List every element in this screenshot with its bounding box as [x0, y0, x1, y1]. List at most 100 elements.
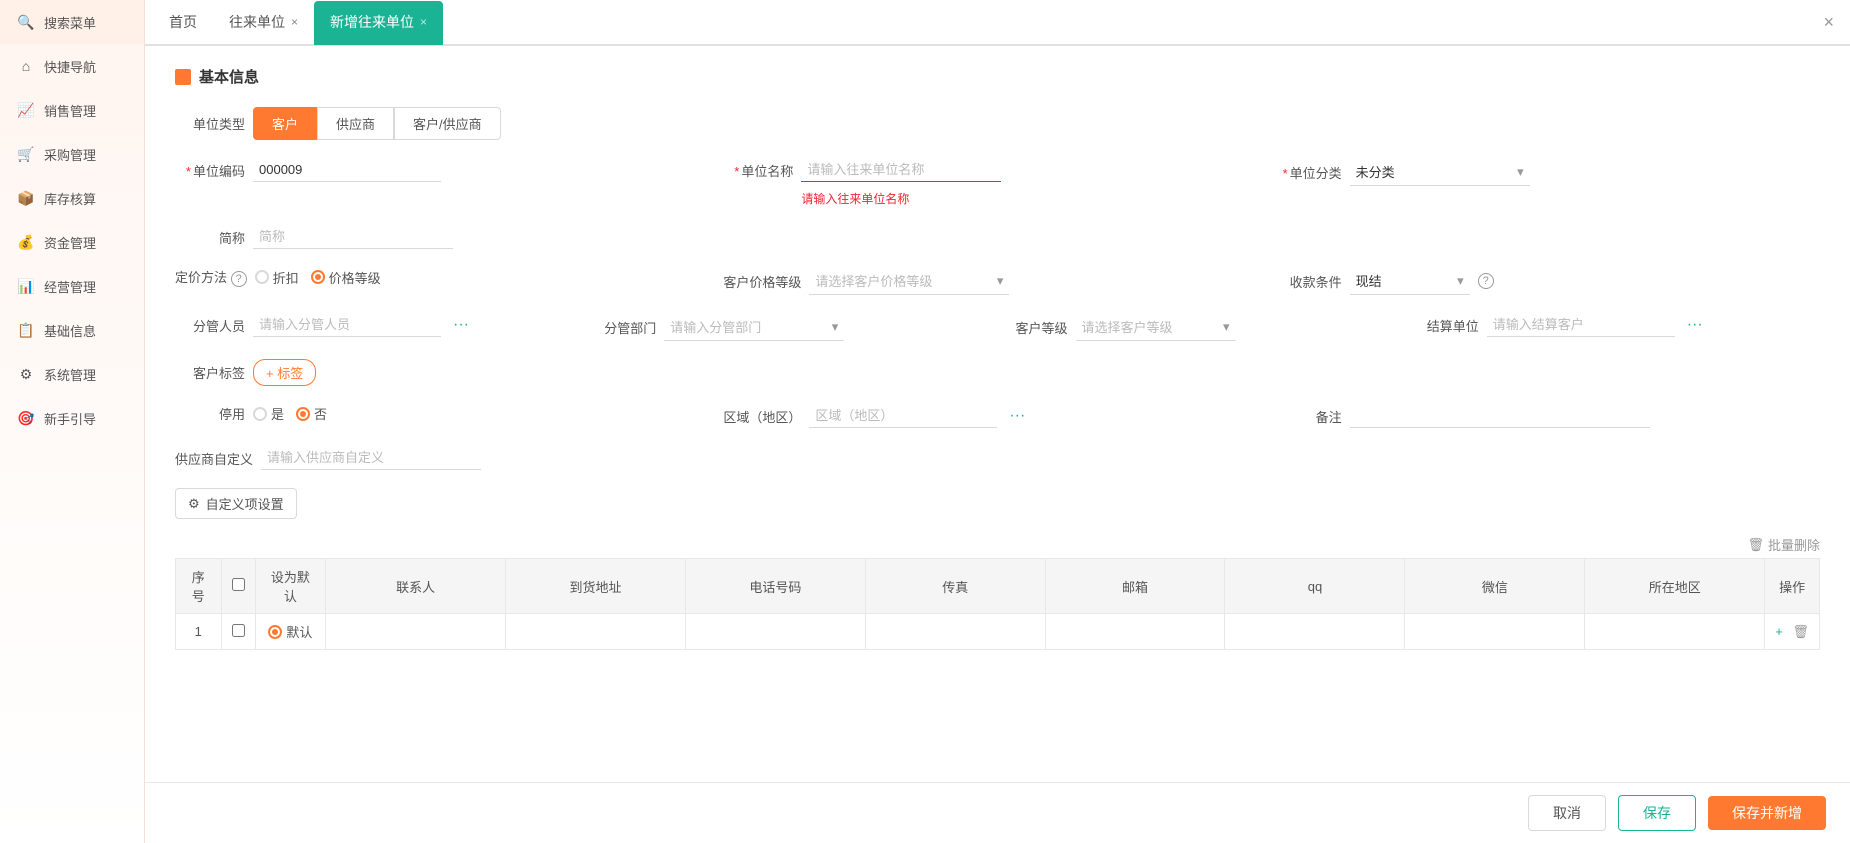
customer-price-level-chevron: ▾	[997, 273, 1004, 289]
row-wechat-input[interactable]	[1415, 624, 1574, 639]
row-address-input[interactable]	[516, 624, 675, 639]
customer-level-select[interactable]: 请选择客户等级 ▾	[1076, 313, 1236, 341]
tab-new-trade-unit-close[interactable]: ×	[420, 15, 427, 29]
row-fax-input[interactable]	[876, 624, 1035, 639]
pricing-level[interactable]: 价格等级	[311, 268, 381, 287]
row-delete-btn[interactable]: 🗑	[1792, 624, 1809, 639]
section-title: 基本信息	[175, 66, 1820, 87]
sidebar-item-purchase[interactable]: 🛒 采购管理	[0, 132, 144, 176]
row-default-radio[interactable]: 默认	[266, 622, 316, 641]
sidebar-item-search[interactable]: 🔍 搜索菜单	[0, 0, 144, 44]
row-region-input[interactable]	[1595, 624, 1754, 639]
supplier-custom-input[interactable]	[261, 446, 481, 470]
unit-type-both[interactable]: 客户/供应商	[394, 107, 501, 140]
payment-terms-chevron: ▾	[1457, 273, 1464, 289]
unit-type-row: 单位类型 客户 供应商 客户/供应商	[175, 107, 1820, 140]
row-seq: 1	[176, 614, 222, 650]
tab-new-trade-unit[interactable]: 新增往来单位 ×	[314, 1, 443, 45]
row-fax	[865, 614, 1045, 650]
sidebar-item-quick-nav[interactable]: ⌂ 快捷导航	[0, 44, 144, 88]
pricing-method-label: 定价方法 ?	[175, 267, 247, 287]
disabled-region-row: 停用 是 否 区域（地区） ···	[175, 404, 1820, 428]
disabled-yes[interactable]: 是	[253, 404, 284, 423]
settlement-unit-input[interactable]	[1487, 313, 1675, 337]
customer-price-level-select[interactable]: 请选择客户价格等级 ▾	[809, 267, 1009, 295]
customer-price-level-group: 客户价格等级 请选择客户价格等级 ▾	[723, 267, 1271, 295]
region-more-btn[interactable]: ···	[1005, 407, 1029, 425]
row-add-btn[interactable]: +	[1775, 624, 1783, 639]
operations-icon: 📊	[16, 276, 36, 296]
unit-name-input[interactable]	[801, 158, 1001, 182]
custom-settings-label: 自定义项设置	[206, 494, 284, 513]
sidebar-item-sys-mgmt[interactable]: ⚙ 系统管理	[0, 352, 144, 396]
department-label: 分管部门	[586, 318, 656, 337]
select-all-checkbox[interactable]	[232, 578, 245, 591]
tab-home-label: 首页	[169, 12, 197, 32]
customer-level-chevron: ▾	[1223, 319, 1230, 335]
sidebar-label-inventory: 库存核算	[44, 189, 96, 208]
disabled-radio-group: 是 否	[253, 404, 327, 423]
sidebar-item-base-info[interactable]: 📋 基础信息	[0, 308, 144, 352]
pricing-row: 定价方法 ? 折扣 价格等级 客户价格等级	[175, 267, 1820, 295]
manager-more-btn[interactable]: ···	[449, 316, 473, 334]
disabled-no[interactable]: 否	[296, 404, 327, 423]
search-icon: 🔍	[16, 12, 36, 32]
unit-category-group: *单位分类 未分类 ▾	[1272, 158, 1820, 186]
section-title-text: 基本信息	[199, 66, 259, 87]
footer: 取消 保存 保存并新增	[145, 782, 1850, 843]
row-email	[1045, 614, 1225, 650]
sidebar-item-sales[interactable]: 📈 销售管理	[0, 88, 144, 132]
unit-type-customer[interactable]: 客户	[253, 107, 317, 140]
sidebar-item-operations[interactable]: 📊 经营管理	[0, 264, 144, 308]
payment-terms-group: 收款条件 现结 ▾ ?	[1272, 267, 1820, 295]
tab-new-trade-unit-label: 新增往来单位	[330, 12, 414, 32]
row-default: 默认	[255, 614, 326, 650]
window-close-icon[interactable]: ×	[1815, 12, 1842, 33]
sidebar-item-finance[interactable]: 💰 资金管理	[0, 220, 144, 264]
save-button[interactable]: 保存	[1618, 795, 1696, 831]
settlement-unit-more-btn[interactable]: ···	[1683, 316, 1707, 334]
tab-home[interactable]: 首页	[153, 1, 213, 45]
region-input[interactable]	[809, 404, 997, 428]
sidebar-label-sys-mgmt: 系统管理	[44, 365, 96, 384]
tab-trade-unit-label: 往来单位	[229, 12, 285, 32]
remark-input[interactable]	[1350, 404, 1650, 428]
sidebar-item-guide[interactable]: 🎯 新手引导	[0, 396, 144, 440]
tab-trade-unit-close[interactable]: ×	[291, 15, 298, 29]
pricing-discount[interactable]: 折扣	[255, 268, 299, 287]
row-checkbox	[221, 614, 255, 650]
pricing-method-group: 定价方法 ? 折扣 价格等级	[175, 267, 723, 287]
short-name-input[interactable]	[253, 225, 453, 249]
customer-price-level-label: 客户价格等级	[723, 272, 801, 291]
row-qq-input[interactable]	[1235, 624, 1394, 639]
save-and-new-button[interactable]: 保存并新增	[1708, 796, 1826, 830]
row-contact-input[interactable]	[336, 624, 495, 639]
payment-terms-select[interactable]: 现结 ▾	[1350, 267, 1470, 295]
region-group: 区域（地区） ···	[723, 404, 1271, 428]
col-seq: 序号	[176, 559, 222, 614]
customer-tag-row: 客户标签 + 标签	[175, 359, 1820, 386]
unit-category-select[interactable]: 未分类 ▾	[1350, 158, 1530, 186]
row-select-checkbox[interactable]	[232, 624, 245, 637]
department-select[interactable]: 请输入分管部门 ▾	[664, 313, 844, 341]
pricing-help-icon[interactable]: ?	[231, 271, 247, 287]
sidebar-label-base-info: 基础信息	[44, 321, 96, 340]
tab-trade-unit[interactable]: 往来单位 ×	[213, 1, 314, 45]
sidebar-item-inventory[interactable]: 📦 库存核算	[0, 176, 144, 220]
col-action: 操作	[1765, 559, 1820, 614]
unit-type-supplier[interactable]: 供应商	[317, 107, 394, 140]
col-region: 所在地区	[1585, 559, 1765, 614]
manager-group: 分管人员 ···	[175, 313, 586, 337]
custom-settings-button[interactable]: ⚙ 自定义项设置	[175, 488, 297, 519]
row-phone-input[interactable]	[696, 624, 855, 639]
row-email-input[interactable]	[1056, 624, 1215, 639]
sidebar-label-search: 搜索菜单	[44, 13, 96, 32]
add-tag-button[interactable]: + 标签	[253, 359, 316, 386]
cancel-button[interactable]: 取消	[1528, 795, 1606, 831]
batch-delete-label[interactable]: 批量删除	[1768, 535, 1820, 554]
unit-code-input[interactable]	[253, 158, 441, 182]
row-address	[506, 614, 686, 650]
unit-name-group: *单位名称 请输入往来单位名称	[723, 158, 1271, 207]
payment-terms-help-icon[interactable]: ?	[1478, 273, 1494, 289]
manager-input[interactable]	[253, 313, 441, 337]
